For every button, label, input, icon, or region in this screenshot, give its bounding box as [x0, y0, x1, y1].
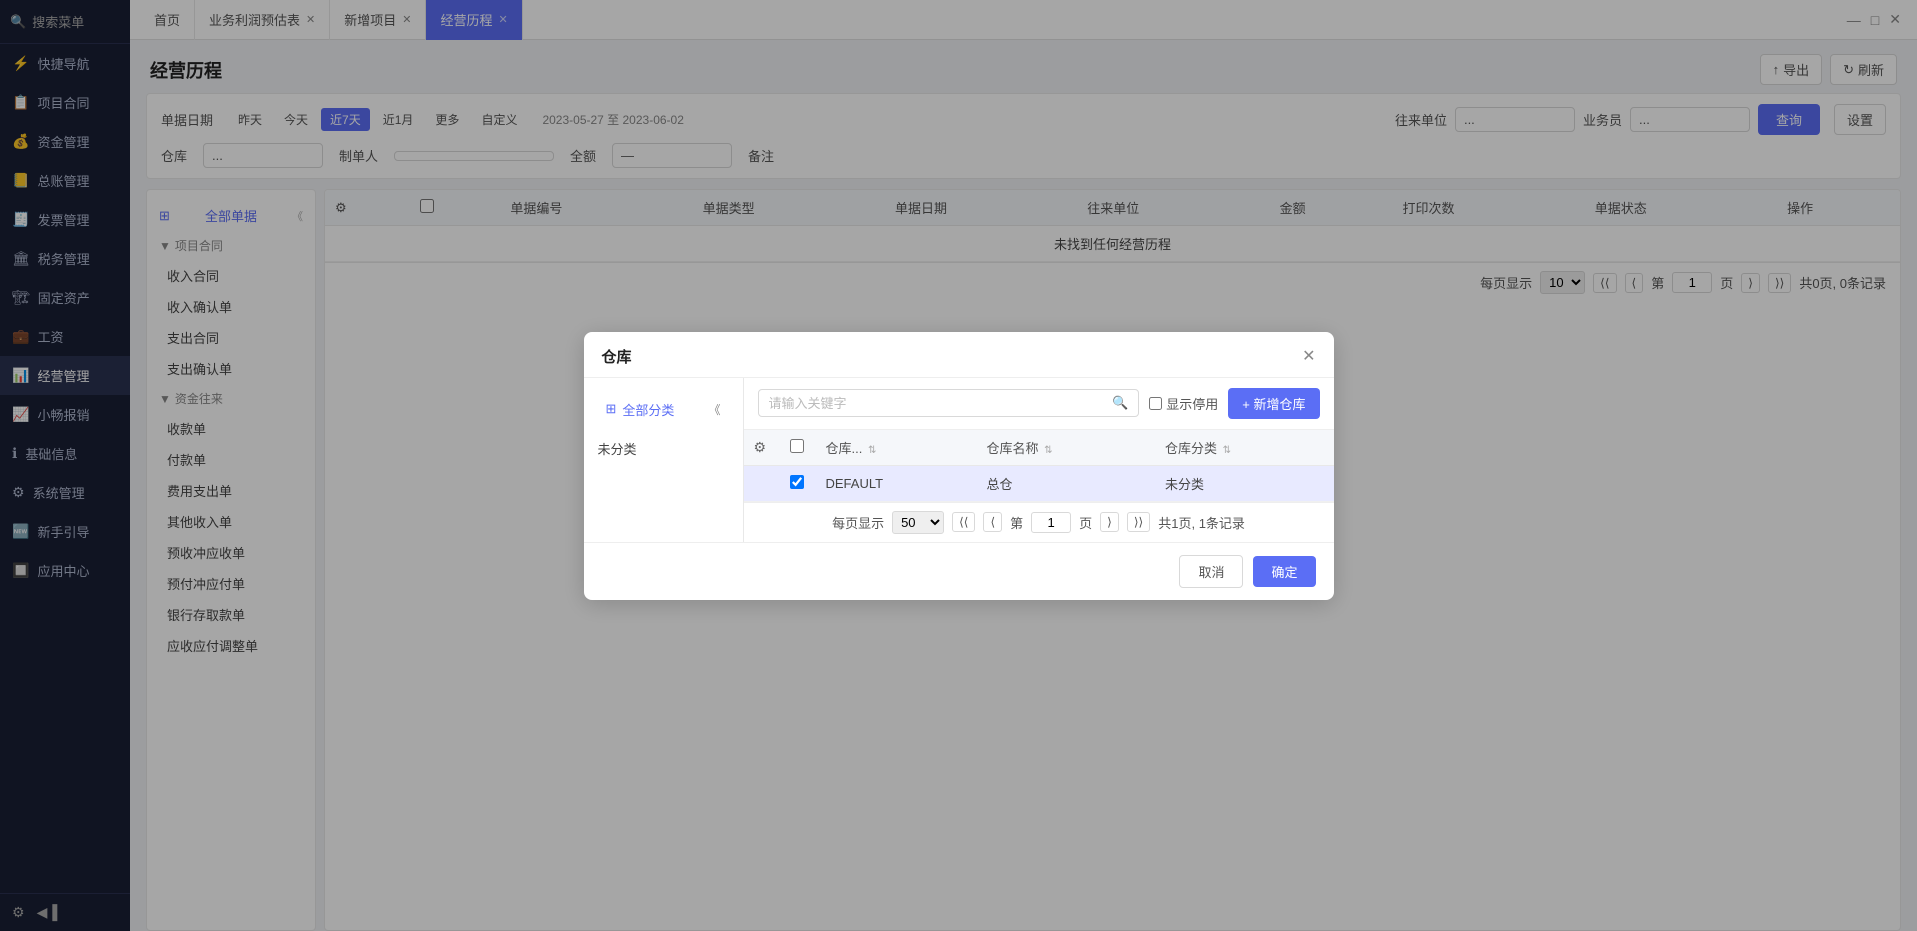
dialog-close-button[interactable]: ✕	[1302, 346, 1315, 366]
dialog-table-wrap: ⚙ 仓库... ⇅ 仓库名称 ⇅	[744, 430, 1334, 502]
row-checkbox[interactable]	[790, 475, 804, 489]
add-warehouse-button[interactable]: + 新增仓库	[1228, 388, 1319, 419]
modal-overlay[interactable]: 仓库 ✕ ⊞ 全部分类 《 未分类	[0, 0, 1917, 931]
dialog-body: ⊞ 全部分类 《 未分类 🔍	[584, 378, 1334, 542]
cancel-button[interactable]: 取消	[1179, 555, 1243, 588]
show-disabled-text: 显示停用	[1166, 394, 1218, 413]
dialog-table: ⚙ 仓库... ⇅ 仓库名称 ⇅	[744, 430, 1334, 502]
row-cell-category: 未分类	[1155, 465, 1334, 501]
dialog-page-input[interactable]	[1031, 512, 1071, 533]
warehouse-dialog: 仓库 ✕ ⊞ 全部分类 《 未分类	[584, 332, 1334, 600]
dialog-page-last[interactable]: ⟩⟩	[1127, 512, 1150, 532]
search-icon: 🔍	[1112, 395, 1128, 411]
search-input[interactable]	[769, 396, 1107, 411]
show-disabled-checkbox[interactable]	[1149, 397, 1162, 410]
dialog-main: 🔍 显示停用 + 新增仓库 ⚙	[744, 378, 1334, 542]
dialog-col-code: 仓库... ⇅	[816, 430, 977, 466]
row-cell-name: 总仓	[976, 465, 1155, 501]
uncategorized-label: 未分类	[598, 439, 637, 458]
dialog-search-box[interactable]: 🔍	[758, 389, 1140, 417]
dialog-sidebar-all-category[interactable]: ⊞ 全部分类	[592, 392, 689, 427]
dialog-col-settings[interactable]: ⚙	[744, 430, 780, 466]
dialog-actions: 取消 确定	[584, 542, 1334, 600]
dialog-sidebar-uncategorized[interactable]: 未分类	[584, 431, 743, 466]
dialog-sidebar-collapse-btn[interactable]: 《	[694, 397, 734, 422]
show-disabled-label[interactable]: 显示停用	[1149, 394, 1218, 413]
dialog-pagination: 每页显示 50 20 100 ⟨⟨ ⟨ 第 页 ⟩ ⟩⟩ 共1页, 1条记录	[744, 502, 1334, 542]
dialog-page-prev[interactable]: ⟨	[983, 512, 1002, 532]
all-category-icon: ⊞	[606, 401, 617, 417]
dialog-per-page-select[interactable]: 50 20 100	[892, 511, 944, 534]
dialog-sidebar: ⊞ 全部分类 《 未分类	[584, 378, 744, 542]
confirm-button[interactable]: 确定	[1253, 556, 1315, 587]
dialog-page-next[interactable]: ⟩	[1100, 512, 1119, 532]
row-cell-code: DEFAULT	[816, 465, 977, 501]
dialog-table-row[interactable]: DEFAULT 总仓 未分类	[744, 465, 1334, 501]
dialog-per-page-label: 每页显示	[832, 513, 884, 532]
dialog-page-label: 第	[1010, 513, 1023, 532]
dialog-toolbar: 🔍 显示停用 + 新增仓库	[744, 378, 1334, 430]
dialog-total-info: 共1页, 1条记录	[1158, 513, 1245, 532]
row-cell-checkbox[interactable]	[780, 465, 816, 501]
dialog-page-suffix: 页	[1079, 513, 1092, 532]
dialog-header: 仓库 ✕	[584, 332, 1334, 378]
dialog-select-all[interactable]	[790, 439, 804, 453]
dialog-page-first[interactable]: ⟨⟨	[952, 512, 975, 532]
dialog-gear-btn[interactable]: ⚙	[754, 439, 767, 456]
all-category-label: 全部分类	[622, 400, 674, 419]
dialog-col-name: 仓库名称 ⇅	[976, 430, 1155, 466]
dialog-col-category: 仓库分类 ⇅	[1155, 430, 1334, 466]
dialog-col-checkbox[interactable]	[780, 430, 816, 466]
row-cell-settings	[744, 465, 780, 501]
dialog-title: 仓库	[602, 346, 632, 367]
